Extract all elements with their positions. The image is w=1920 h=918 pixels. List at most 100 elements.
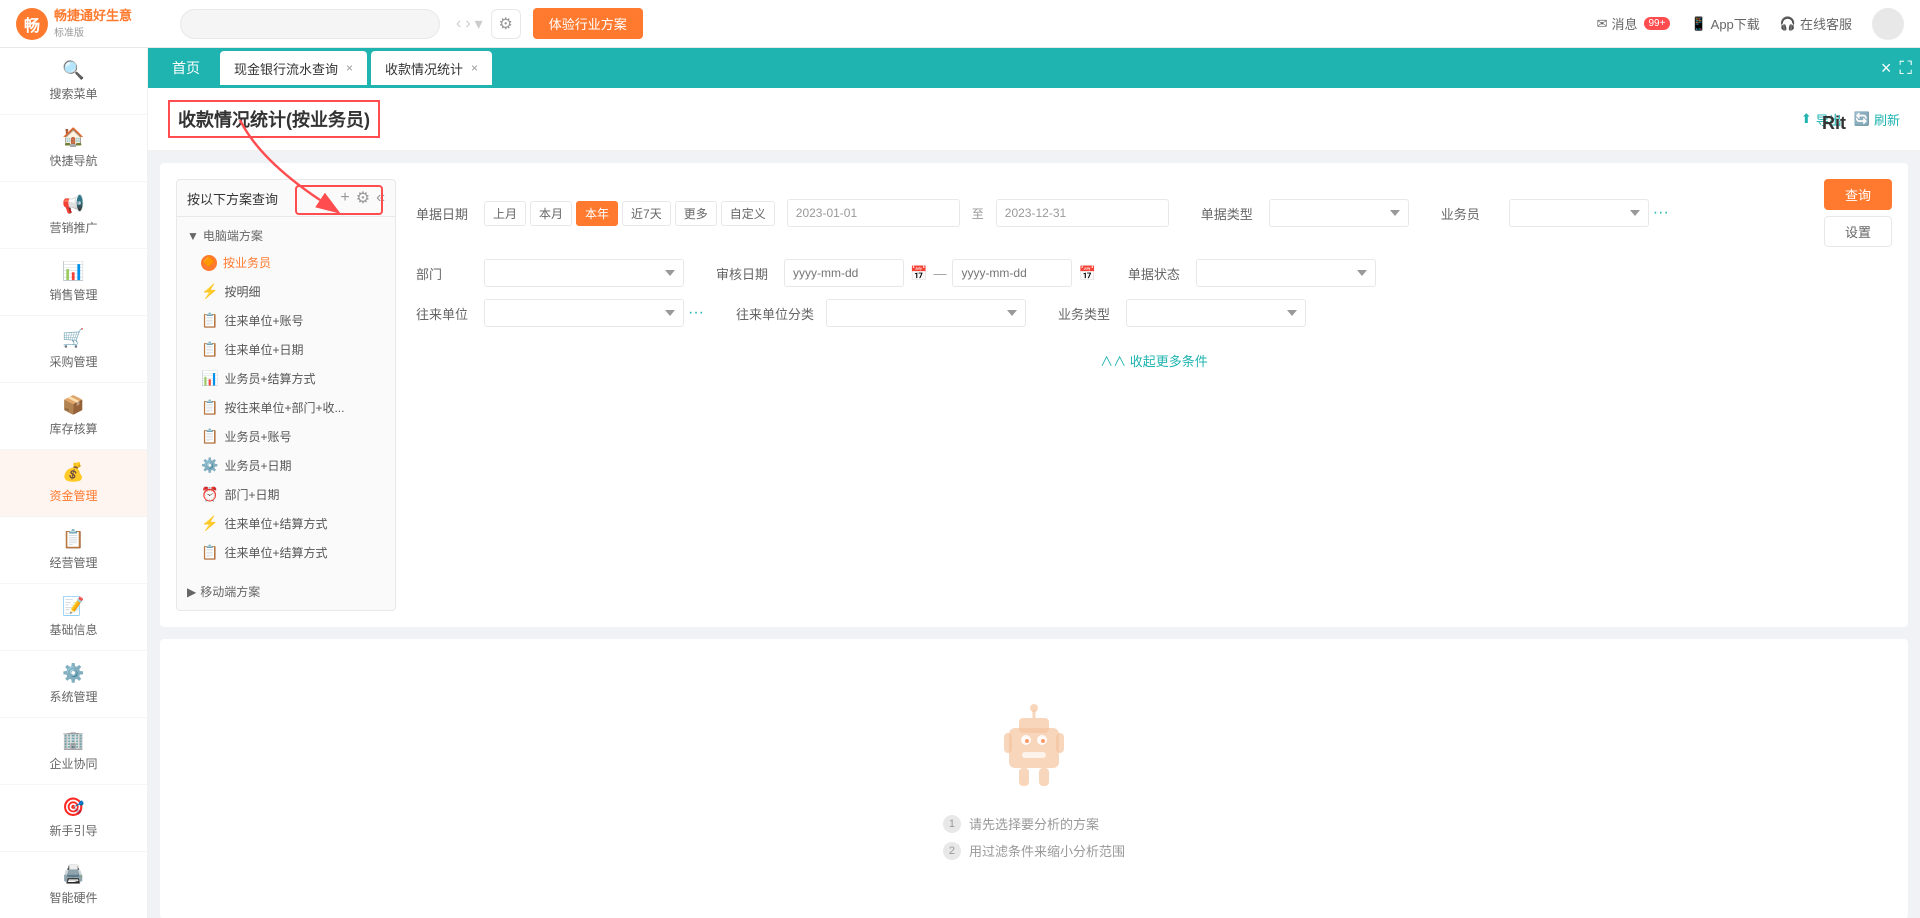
trial-button[interactable]: 体验行业方案 — [533, 8, 643, 39]
dept-select[interactable] — [484, 259, 684, 287]
scheme-mobile-title[interactable]: ▶ 移动端方案 — [177, 579, 395, 604]
robot-svg — [984, 698, 1084, 798]
scheme-item-10[interactable]: 📋 往来单位+结算方式 — [177, 538, 395, 567]
marketing-icon: 📢 — [62, 194, 84, 215]
scheme-active-icon: 🔶 — [201, 255, 217, 271]
collapse-btn-wrap[interactable]: ∧∧ 收起更多条件 — [416, 339, 1892, 374]
query-button[interactable]: 查询 — [1824, 179, 1892, 210]
sidebar-item-inventory[interactable]: 📦 库存核算 — [0, 383, 147, 450]
counter-party-label: 往来单位 — [416, 304, 472, 323]
tab-bar-right: × ⛶ — [1881, 58, 1912, 79]
salesperson-more-btn[interactable]: ··· — [1653, 204, 1669, 222]
date-buttons-group: 上月 本月 本年 近7天 更多 自定义 — [484, 201, 775, 226]
nav-forward[interactable]: › — [465, 15, 470, 33]
sidebar-item-hardware[interactable]: 🖨️ 智能硬件 — [0, 852, 147, 918]
empty-tip-1: 1 请先选择要分析的方案 — [943, 814, 1125, 833]
logo-text: 畅捷通好生意 — [54, 8, 132, 24]
header-right: ✉ 消息 99+ 📱 App下载 🎧 在线客服 — [1597, 8, 1904, 40]
sidebar-item-sales[interactable]: 📊 销售管理 — [0, 249, 147, 316]
sidebar-item-quicknav[interactable]: 🏠 快捷导航 — [0, 115, 147, 182]
salesperson-select[interactable] — [1509, 199, 1649, 227]
download-icon: 📱 — [1690, 16, 1706, 32]
tab-bank-flow-close[interactable]: × — [346, 61, 353, 75]
page-actions: ⬆ 导出 🔄 刷新 — [1801, 110, 1900, 129]
dept-label: 部门 — [416, 264, 472, 283]
scheme-item-4[interactable]: 📊 业务员+结算方式 — [177, 364, 395, 393]
counter-party-select[interactable] — [484, 299, 684, 327]
empty-robot-illustration — [984, 698, 1084, 798]
audit-date-to-calendar[interactable]: 📅 — [1078, 265, 1095, 282]
audit-date-from-calendar[interactable]: 📅 — [910, 265, 927, 282]
date-btn-custom[interactable]: 自定义 — [721, 201, 775, 226]
tab-window-close[interactable]: × — [1881, 58, 1892, 79]
refresh-button[interactable]: 🔄 刷新 — [1854, 110, 1900, 129]
user-avatar[interactable] — [1872, 8, 1904, 40]
filter-actions: 查询 设置 — [1824, 179, 1892, 247]
app-download-label: App下载 — [1711, 14, 1760, 33]
scheme-item-5[interactable]: 📋 按往来单位+部门+收... — [177, 393, 395, 422]
management-icon: 📋 — [62, 529, 84, 550]
date-btn-this-month[interactable]: 本月 — [530, 201, 572, 226]
scheme-add-btn[interactable]: + — [340, 189, 349, 207]
scheme-icon-5: 📋 — [201, 399, 218, 416]
scheme-item-1[interactable]: ⚡ 按明细 — [177, 277, 395, 306]
nav-back[interactable]: ‹ — [456, 15, 461, 33]
gear-button[interactable]: ⚙ — [491, 9, 521, 39]
sidebar-item-search[interactable]: 🔍 搜索菜单 — [0, 48, 147, 115]
scheme-item-8[interactable]: ⏰ 部门+日期 — [177, 480, 395, 509]
biz-type-select[interactable] — [1126, 299, 1306, 327]
sidebar-item-finance[interactable]: 💰 资金管理 — [0, 450, 147, 517]
scheme-item-6[interactable]: 📋 业务员+账号 — [177, 422, 395, 451]
nav-dropdown[interactable]: ▾ — [475, 14, 483, 34]
sidebar-item-system[interactable]: ⚙️ 系统管理 — [0, 651, 147, 718]
voucher-status-select-wrap — [1196, 259, 1376, 287]
date-btn-this-year[interactable]: 本年 — [576, 201, 618, 226]
sidebar-item-basic-info[interactable]: 📝 基础信息 — [0, 584, 147, 651]
online-service-item[interactable]: 🎧 在线客服 — [1780, 14, 1852, 33]
sidebar-item-enterprise[interactable]: 🏢 企业协同 — [0, 718, 147, 785]
empty-tips: 1 请先选择要分析的方案 2 用过滤条件来缩小分析范围 — [943, 814, 1125, 860]
page-content: 收款情况统计(按业务员) ⬆ 导出 🔄 刷新 — [148, 88, 1920, 918]
sidebar-item-beginner[interactable]: 🎯 新手引导 — [0, 785, 147, 852]
date-btn-last-month[interactable]: 上月 — [484, 201, 526, 226]
sidebar-item-management[interactable]: 📋 经营管理 — [0, 517, 147, 584]
app-download-item[interactable]: 📱 App下载 — [1690, 14, 1759, 33]
date-to-input[interactable] — [996, 199, 1169, 227]
scheme-item-0[interactable]: 🔶 按业务员 — [177, 248, 395, 277]
audit-date-to[interactable] — [952, 259, 1072, 287]
tab-home[interactable]: 首页 — [156, 48, 216, 88]
audit-date-from[interactable] — [784, 259, 904, 287]
voucher-type-label: 单据类型 — [1201, 204, 1257, 223]
scheme-desktop-title[interactable]: ▼ 电脑端方案 — [177, 223, 395, 248]
sidebar-item-marketing[interactable]: 📢 营销推广 — [0, 182, 147, 249]
audit-date-label: 审核日期 — [716, 264, 772, 283]
date-btn-7days[interactable]: 近7天 — [622, 201, 671, 226]
tab-collection-stats-close[interactable]: × — [471, 61, 478, 75]
scheme-item-2[interactable]: 📋 往来单位+账号 — [177, 306, 395, 335]
scheme-settings-btn[interactable]: ⚙ — [356, 188, 370, 208]
voucher-type-select[interactable] — [1269, 199, 1409, 227]
date-btn-more[interactable]: 更多 — [675, 201, 717, 226]
tab-bank-flow[interactable]: 现金银行流水查询 × — [220, 51, 367, 85]
scheme-item-3[interactable]: 📋 往来单位+日期 — [177, 335, 395, 364]
scheme-icon-3: 📋 — [201, 341, 218, 358]
scheme-item-9[interactable]: ⚡ 往来单位+结算方式 — [177, 509, 395, 538]
date-from-input[interactable] — [787, 199, 960, 227]
messages-item[interactable]: ✉ 消息 99+ — [1597, 14, 1671, 33]
scheme-icon-7: ⚙️ — [201, 457, 218, 474]
counter-party-category-select[interactable] — [826, 299, 1026, 327]
sidebar-item-purchase[interactable]: 🛒 采购管理 — [0, 316, 147, 383]
voucher-status-select[interactable] — [1196, 259, 1376, 287]
messages-badge: 99+ — [1644, 17, 1671, 30]
header-search-input[interactable] — [180, 9, 440, 39]
counter-party-more-btn[interactable]: ··· — [688, 304, 704, 322]
tab-collection-stats[interactable]: 收款情况统计 × — [371, 51, 492, 85]
tab-window-maximize[interactable]: ⛶ — [1899, 58, 1912, 79]
scheme-item-7[interactable]: ⚙️ 业务员+日期 — [177, 451, 395, 480]
filter-panel: 按以下方案查询 + ⚙ « ▼ 电脑端方案 — [160, 163, 1908, 627]
scheme-collapse-btn[interactable]: « — [376, 189, 385, 207]
finance-icon: 💰 — [62, 462, 84, 483]
rit-label: Rit — [1822, 113, 1846, 134]
setting-button[interactable]: 设置 — [1824, 216, 1892, 247]
audit-date-group: 📅 — 📅 — [784, 259, 1096, 287]
